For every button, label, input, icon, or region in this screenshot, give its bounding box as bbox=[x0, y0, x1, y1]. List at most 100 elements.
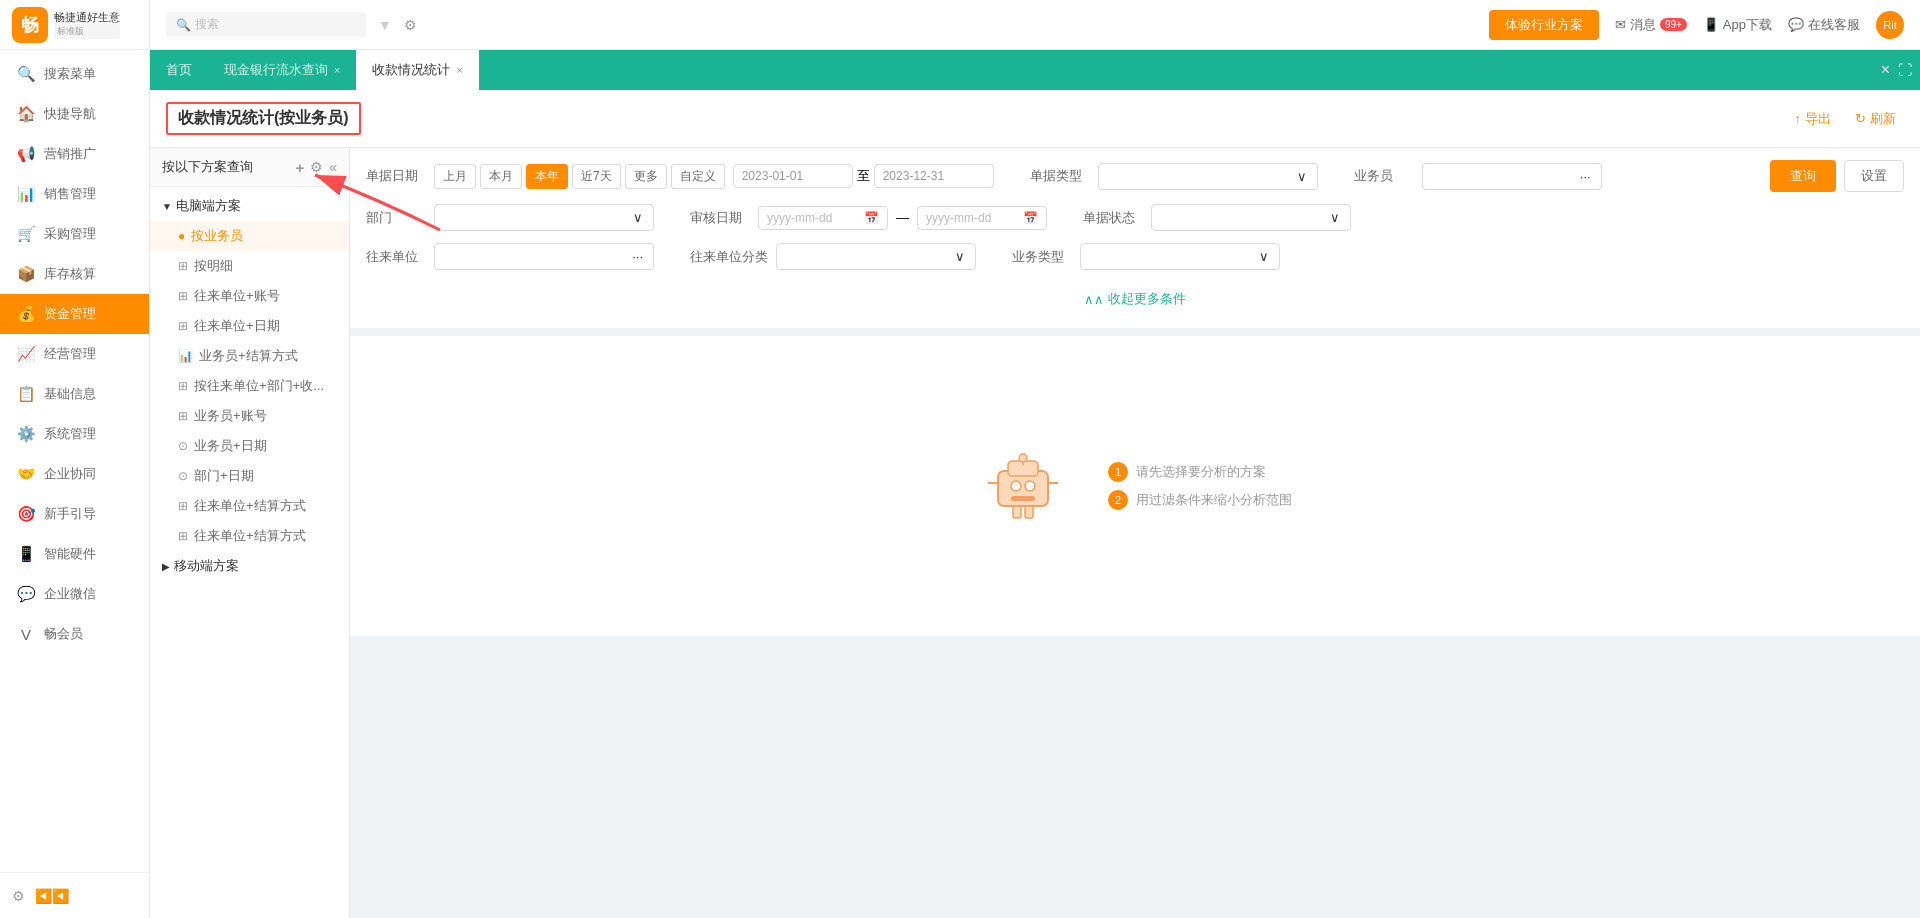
header-right: 体验行业方案 ✉ 消息 99+ 📱 App下载 💬 在线客服 Rit bbox=[1489, 10, 1904, 40]
scheme-group-desktop-header[interactable]: ▼ 电脑端方案 bbox=[150, 191, 349, 221]
tab-bank-close[interactable]: × bbox=[334, 64, 340, 76]
calendar-icon: 📅 bbox=[864, 211, 879, 225]
add-scheme-btn[interactable]: + bbox=[295, 159, 304, 176]
date-btn-more[interactable]: 更多 bbox=[625, 164, 667, 189]
marketing-icon: 📢 bbox=[16, 144, 36, 164]
bill-status-select[interactable]: ∨ bbox=[1151, 204, 1351, 231]
window-maximize-btn[interactable]: ⛶ bbox=[1898, 62, 1912, 78]
tab-home[interactable]: 首页 bbox=[150, 50, 208, 90]
collapse-conditions-btn[interactable]: ∧∧ 收起更多条件 bbox=[366, 282, 1904, 316]
window-close-btn[interactable]: × bbox=[1881, 61, 1890, 79]
setting-btn[interactable]: 设置 bbox=[1844, 160, 1904, 192]
scheme-group-mobile-header[interactable]: ▶ 移动端方案 bbox=[150, 551, 349, 581]
empty-state: 1 请先选择要分析的方案 2 用过滤条件来缩小分析范围 bbox=[350, 336, 1920, 636]
online-service-btn[interactable]: 💬 在线客服 bbox=[1788, 16, 1860, 34]
tab-bank[interactable]: 现金银行流水查询 × bbox=[208, 50, 356, 90]
empty-robot-icon bbox=[978, 441, 1068, 531]
user-avatar[interactable]: Rit bbox=[1876, 11, 1904, 39]
avatar: Rit bbox=[1876, 11, 1904, 39]
partner-category-select[interactable]: ∨ bbox=[776, 243, 976, 270]
tab-bar: 首页 现金银行流水查询 × 收款情况统计 × × ⛶ bbox=[150, 50, 1920, 90]
sidebar-item-operation[interactable]: 📈 经营管理 bbox=[0, 334, 149, 374]
review-date-start[interactable]: yyyy-mm-dd 📅 bbox=[758, 206, 888, 230]
date-btn-7days[interactable]: 近7天 bbox=[572, 164, 621, 189]
empty-tips: 1 请先选择要分析的方案 2 用过滤条件来缩小分析范围 bbox=[1108, 462, 1292, 510]
sidebar-item-hardware[interactable]: 📱 智能硬件 bbox=[0, 534, 149, 574]
sidebar-item-basic[interactable]: 📋 基础信息 bbox=[0, 374, 149, 414]
app-download-btn[interactable]: 📱 App下载 bbox=[1703, 16, 1772, 34]
sidebar-item-vip[interactable]: V 畅会员 bbox=[0, 614, 149, 654]
purchase-icon: 🛒 bbox=[16, 224, 36, 244]
sidebar-item-marketing[interactable]: 📢 营销推广 bbox=[0, 134, 149, 174]
sidebar-item-system[interactable]: ⚙️ 系统管理 bbox=[0, 414, 149, 454]
scheme-item-salesman-settle[interactable]: 📊 业务员+结算方式 bbox=[150, 341, 349, 371]
review-date-label: 审核日期 bbox=[690, 209, 750, 227]
scheme-icon-ps1: ⊞ bbox=[178, 499, 188, 513]
settings-footer-btn[interactable]: ⚙ bbox=[12, 888, 25, 904]
sidebar-item-purchase[interactable]: 🛒 采购管理 bbox=[0, 214, 149, 254]
refresh-btn[interactable]: ↻ 刷新 bbox=[1847, 106, 1904, 132]
chevron-down-icon-bt: ∨ bbox=[1259, 249, 1269, 264]
scheme-item-salesman-account[interactable]: ⊞ 业务员+账号 bbox=[150, 401, 349, 431]
content-wrapper: 按以下方案查询 + ⚙ « ▼ 电脑端方案 bbox=[150, 148, 1920, 918]
calendar-icon-2: 📅 bbox=[1023, 211, 1038, 225]
header-settings-btn[interactable]: ⚙ bbox=[404, 17, 417, 33]
panel-collapse-btn[interactable]: « bbox=[329, 159, 337, 175]
biz-type-select[interactable]: ∨ bbox=[1080, 243, 1280, 270]
sidebar-item-sales[interactable]: 📊 销售管理 bbox=[0, 174, 149, 214]
scheme-item-partner-dept[interactable]: ⊞ 按往来单位+部门+收... bbox=[150, 371, 349, 401]
sidebar-item-quicknav[interactable]: 🏠 快捷导航 bbox=[0, 94, 149, 134]
collapse-footer-btn[interactable]: ◀‍◀ bbox=[35, 888, 69, 904]
bill-type-select[interactable]: ∨ bbox=[1098, 163, 1318, 190]
tab-collection[interactable]: 收款情况统计 × bbox=[356, 50, 478, 90]
dept-select[interactable]: ∨ bbox=[434, 204, 654, 231]
scheme-item-by-detail[interactable]: ⊞ 按明细 bbox=[150, 251, 349, 281]
date-start-input[interactable]: 2023-01-01 bbox=[733, 164, 853, 188]
sidebar-item-wechat[interactable]: 💬 企业微信 bbox=[0, 574, 149, 614]
sidebar-item-inventory[interactable]: 📦 库存核算 bbox=[0, 254, 149, 294]
export-btn[interactable]: ↑ 导出 bbox=[1787, 106, 1840, 132]
header-search[interactable]: 🔍 搜索 bbox=[166, 12, 366, 37]
scheme-item-partner-settle2[interactable]: ⊞ 往来单位+结算方式 bbox=[150, 521, 349, 551]
scheme-settings-btn[interactable]: ⚙ bbox=[310, 159, 323, 175]
scheme-group-mobile: ▶ 移动端方案 bbox=[150, 551, 349, 581]
wechat-icon: 💬 bbox=[16, 584, 36, 604]
scheme-item-by-salesman[interactable]: ● 按业务员 bbox=[150, 221, 349, 251]
tab-collection-close[interactable]: × bbox=[456, 64, 462, 76]
query-btn[interactable]: 查询 bbox=[1770, 160, 1836, 192]
sidebar: 畅 畅捷通好生意 标准版 🔍 搜索菜单 🏠 快捷导航 📢 营销推广 📊 销售管理… bbox=[0, 0, 150, 918]
date-btn-this-month[interactable]: 本月 bbox=[480, 164, 522, 189]
scheme-item-salesman-date[interactable]: ⊙ 业务员+日期 bbox=[150, 431, 349, 461]
header-dropdown-btn[interactable]: ▼ bbox=[378, 17, 392, 33]
home-icon: 🏠 bbox=[16, 104, 36, 124]
partner-select[interactable]: ··· bbox=[434, 243, 654, 270]
date-btn-this-year[interactable]: 本年 bbox=[526, 164, 568, 189]
system-icon: ⚙️ bbox=[16, 424, 36, 444]
date-btn-custom[interactable]: 自定义 bbox=[671, 164, 725, 189]
collapse-icon: ∧∧ bbox=[1084, 292, 1104, 307]
empty-tip-1: 1 请先选择要分析的方案 bbox=[1108, 462, 1292, 482]
solution-btn[interactable]: 体验行业方案 bbox=[1489, 10, 1599, 40]
sidebar-item-search[interactable]: 🔍 搜索菜单 bbox=[0, 54, 149, 94]
search-icon: 🔍 bbox=[16, 64, 36, 84]
more-icon: ··· bbox=[1580, 169, 1591, 184]
sidebar-item-enterprise[interactable]: 🤝 企业协同 bbox=[0, 454, 149, 494]
date-end-input[interactable]: 2023-12-31 bbox=[874, 164, 994, 188]
date-btn-last-month[interactable]: 上月 bbox=[434, 164, 476, 189]
scheme-item-partner-account[interactable]: ⊞ 往来单位+账号 bbox=[150, 281, 349, 311]
salesman-select[interactable]: ··· bbox=[1422, 163, 1602, 190]
scheme-item-partner-settle1[interactable]: ⊞ 往来单位+结算方式 bbox=[150, 491, 349, 521]
filter-partner-item: 往来单位 ··· bbox=[366, 243, 654, 270]
scheme-item-partner-date[interactable]: ⊞ 往来单位+日期 bbox=[150, 311, 349, 341]
guide-icon: 🎯 bbox=[16, 504, 36, 524]
sidebar-item-finance[interactable]: 💰 资金管理 bbox=[0, 294, 149, 334]
export-icon: ↑ bbox=[1795, 111, 1802, 126]
review-date-end[interactable]: yyyy-mm-dd 📅 bbox=[917, 206, 1047, 230]
scheme-item-dept-date[interactable]: ⊙ 部门+日期 bbox=[150, 461, 349, 491]
sidebar-item-guide[interactable]: 🎯 新手引导 bbox=[0, 494, 149, 534]
enterprise-icon: 🤝 bbox=[16, 464, 36, 484]
filter-row-dept: 部门 ∨ 审核日期 yyyy-mm-dd 📅 bbox=[366, 204, 1904, 231]
message-btn[interactable]: ✉ 消息 99+ bbox=[1615, 16, 1687, 34]
salesman-label: 业务员 bbox=[1354, 167, 1414, 185]
scheme-icon-pd: ⊞ bbox=[178, 319, 188, 333]
